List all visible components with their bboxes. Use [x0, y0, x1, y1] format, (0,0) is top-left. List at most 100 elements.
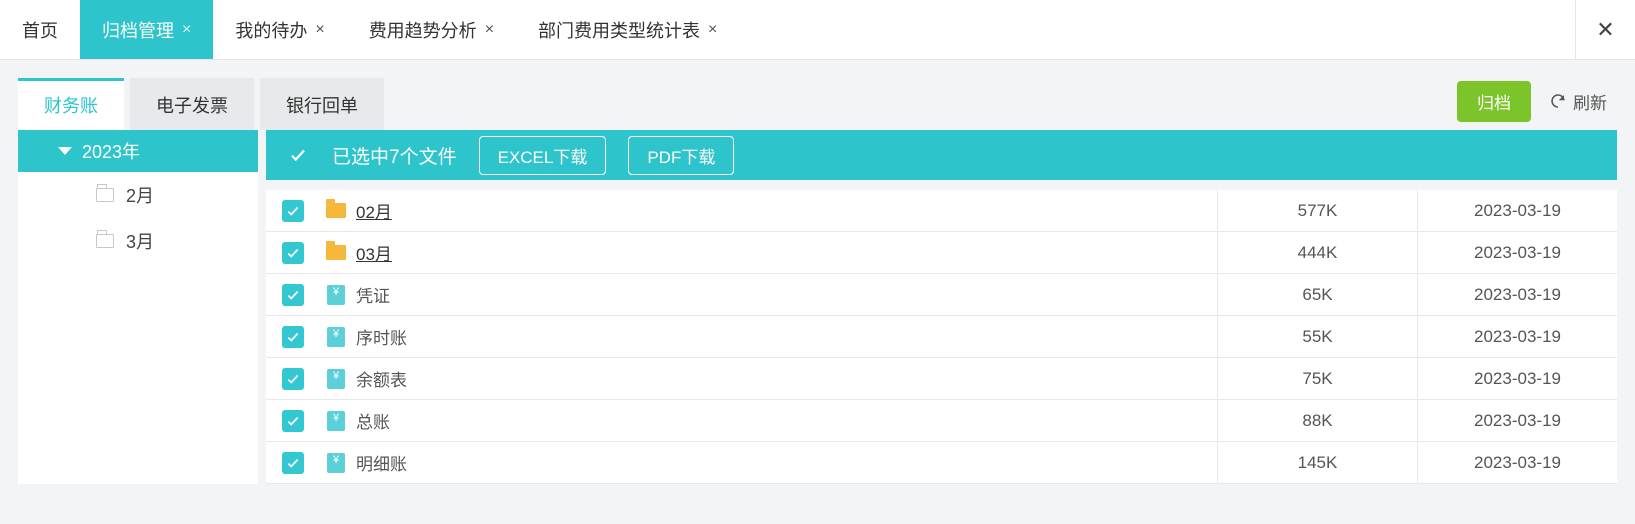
top-tab-expense-trend[interactable]: 费用趋势分析 ×: [347, 0, 516, 59]
row-checkbox-cell: [266, 200, 320, 222]
main-panel: 已选中7个文件 EXCEL下载 PDF下载 02月: [258, 130, 1617, 484]
pdf-download-button[interactable]: PDF下载: [628, 136, 734, 175]
subtab-label: 电子发票: [156, 96, 228, 116]
row-size: 65K: [1217, 274, 1417, 315]
check-icon: [286, 414, 300, 428]
row-size: 88K: [1217, 400, 1417, 441]
close-icon[interactable]: ×: [708, 21, 717, 39]
row-date: 2023-03-19: [1417, 274, 1617, 315]
folder-icon: [96, 188, 114, 202]
top-tab-label: 费用趋势分析: [369, 17, 477, 43]
top-tab-label: 首页: [22, 17, 58, 43]
row-date: 2023-03-19: [1417, 442, 1617, 483]
top-tab-my-todo[interactable]: 我的待办 ×: [213, 0, 346, 59]
folder-icon: [326, 245, 346, 260]
row-checkbox[interactable]: [282, 284, 304, 306]
document-icon: [327, 285, 345, 305]
subtab-row: 财务账 电子发票 银行回单 归档 刷新: [18, 78, 1617, 130]
button-label: EXCEL下载: [498, 148, 588, 167]
row-name: 总账: [352, 408, 1217, 433]
row-icon-cell: [320, 203, 352, 218]
top-tab-department-expense-stats[interactable]: 部门费用类型统计表 ×: [516, 0, 739, 59]
document-icon: [327, 411, 345, 431]
row-icon-cell: [320, 285, 352, 305]
subtab-label: 银行回单: [286, 96, 358, 116]
row-checkbox[interactable]: [282, 368, 304, 390]
check-icon: [286, 372, 300, 386]
document-icon: [327, 453, 345, 473]
top-tab-home[interactable]: 首页: [0, 0, 80, 59]
top-tab-archive-management[interactable]: 归档管理 ×: [80, 0, 213, 59]
row-checkbox-cell: [266, 284, 320, 306]
row-checkbox-cell: [266, 452, 320, 474]
table-row: 总账 88K 2023-03-19: [266, 400, 1617, 442]
close-icon[interactable]: ×: [485, 21, 494, 39]
table-row: 明细账 145K 2023-03-19: [266, 442, 1617, 484]
row-icon-cell: [320, 245, 352, 260]
refresh-icon: [1549, 92, 1567, 110]
archive-button[interactable]: 归档: [1457, 81, 1531, 122]
subtab-bank-receipt[interactable]: 银行回单: [260, 78, 384, 130]
close-icon[interactable]: ×: [315, 21, 324, 39]
document-icon: [327, 369, 345, 389]
row-icon-cell: [320, 327, 352, 347]
check-icon: [286, 456, 300, 470]
sidebar-tree: 2023年 2月 3月: [18, 130, 258, 484]
check-icon: [289, 146, 307, 164]
excel-download-button[interactable]: EXCEL下载: [479, 136, 607, 175]
table-row: 凭证 65K 2023-03-19: [266, 274, 1617, 316]
selection-count-label: 已选中7个文件: [332, 142, 457, 169]
document-icon: [327, 327, 345, 347]
row-size: 577K: [1217, 190, 1417, 231]
folder-icon: [96, 234, 114, 248]
row-checkbox-cell: [266, 242, 320, 264]
row-date: 2023-03-19: [1417, 232, 1617, 273]
select-all-checkbox[interactable]: [286, 143, 310, 167]
subtab-financial-accounts[interactable]: 财务账: [18, 78, 124, 130]
row-size: 75K: [1217, 358, 1417, 399]
row-name: 余额表: [352, 366, 1217, 391]
close-icon[interactable]: ×: [182, 21, 191, 39]
row-date: 2023-03-19: [1417, 190, 1617, 231]
refresh-button[interactable]: 刷新: [1549, 89, 1607, 114]
tree-month-label: 2月: [126, 182, 154, 208]
tree-month-label: 3月: [126, 228, 154, 254]
page-body: 财务账 电子发票 银行回单 归档 刷新: [0, 60, 1635, 524]
row-checkbox-cell: [266, 410, 320, 432]
row-date: 2023-03-19: [1417, 400, 1617, 441]
table-row: 序时账 55K 2023-03-19: [266, 316, 1617, 358]
tree-year-node[interactable]: 2023年: [18, 130, 258, 172]
check-icon: [286, 204, 300, 218]
row-size: 55K: [1217, 316, 1417, 357]
top-tab-label: 归档管理: [102, 17, 174, 43]
tree-month-node[interactable]: 2月: [18, 172, 258, 218]
table-row: 02月 577K 2023-03-19: [266, 190, 1617, 232]
row-checkbox[interactable]: [282, 410, 304, 432]
row-checkbox-cell: [266, 368, 320, 390]
button-label: PDF下载: [647, 148, 715, 167]
row-name: 序时账: [352, 324, 1217, 349]
check-icon: [286, 330, 300, 344]
tree-year-label: 2023年: [82, 138, 140, 164]
refresh-label: 刷新: [1573, 89, 1607, 114]
folder-icon: [326, 203, 346, 218]
row-date: 2023-03-19: [1417, 358, 1617, 399]
top-tab-bar: 首页 归档管理 × 我的待办 × 费用趋势分析 × 部门费用类型统计表 × ✕: [0, 0, 1635, 60]
top-tab-label: 我的待办: [235, 17, 307, 43]
subtab-e-invoice[interactable]: 电子发票: [130, 78, 254, 130]
row-name-link[interactable]: 02月: [352, 198, 1217, 223]
table-row: 余额表 75K 2023-03-19: [266, 358, 1617, 400]
subtabs: 财务账 电子发票 银行回单: [18, 78, 390, 130]
row-checkbox[interactable]: [282, 452, 304, 474]
row-icon-cell: [320, 411, 352, 431]
row-checkbox[interactable]: [282, 200, 304, 222]
tree-month-node[interactable]: 3月: [18, 218, 258, 264]
row-name: 凭证: [352, 282, 1217, 307]
row-checkbox[interactable]: [282, 242, 304, 264]
row-icon-cell: [320, 369, 352, 389]
row-checkbox[interactable]: [282, 326, 304, 348]
row-name-link[interactable]: 03月: [352, 240, 1217, 265]
close-all-icon[interactable]: ✕: [1575, 0, 1635, 60]
row-checkbox-cell: [266, 326, 320, 348]
row-name: 明细账: [352, 450, 1217, 475]
